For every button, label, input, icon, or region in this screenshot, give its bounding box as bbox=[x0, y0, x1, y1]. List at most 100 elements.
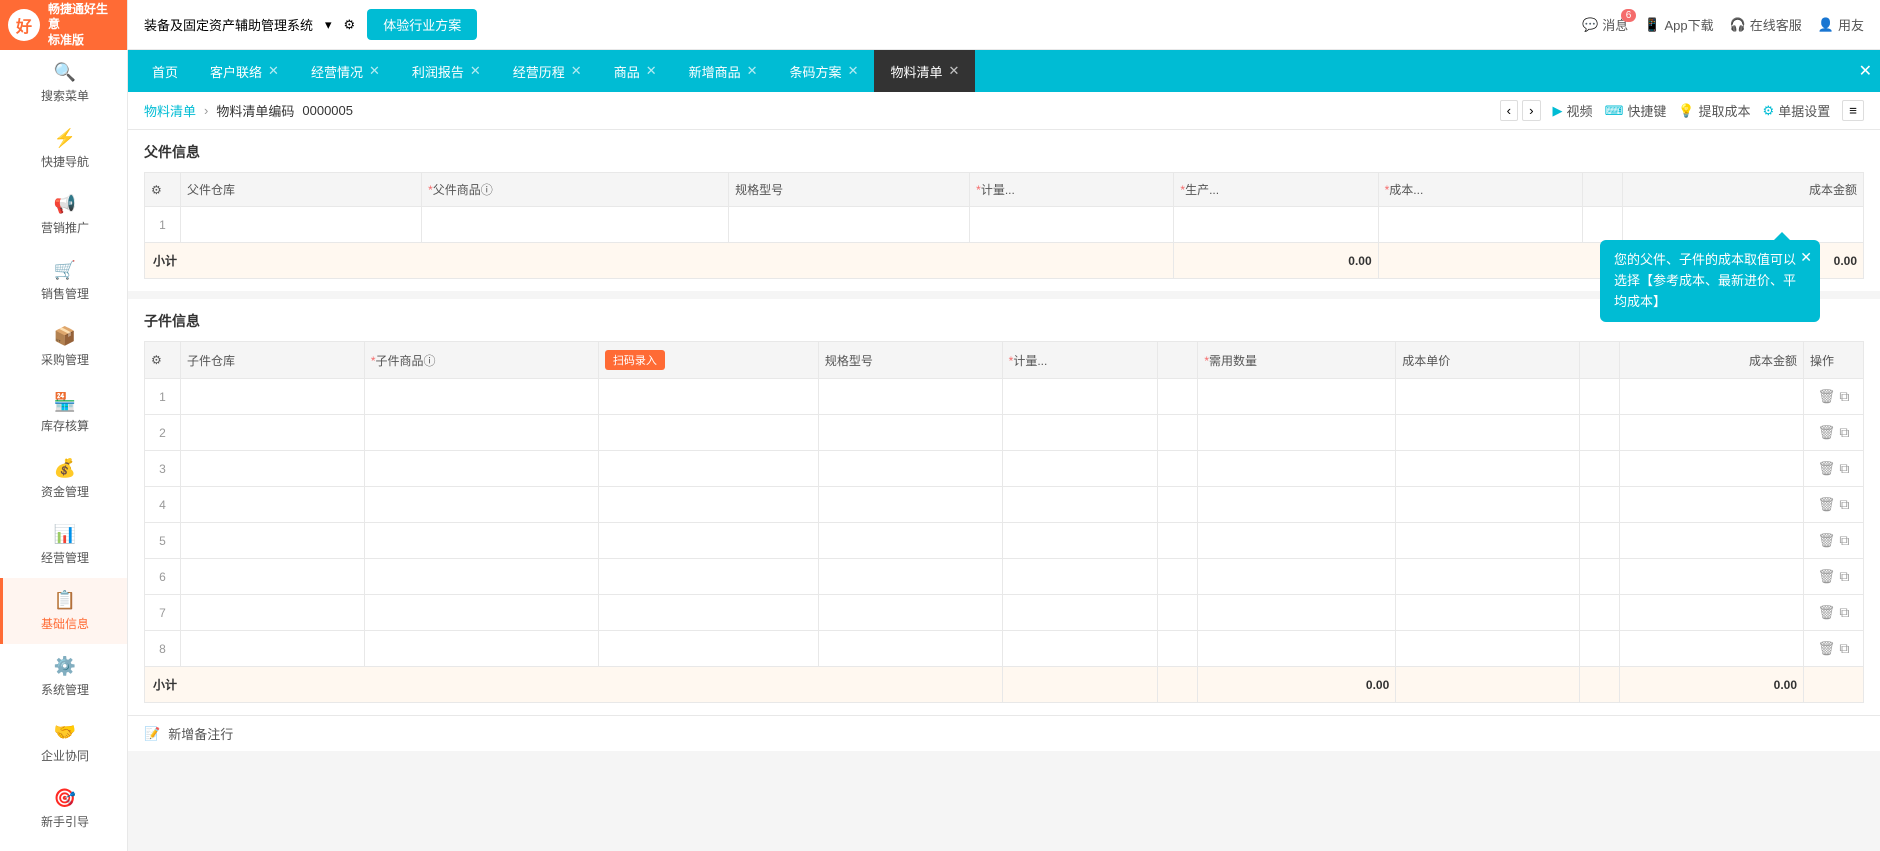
copy-icon[interactable]: ⧉ bbox=[1839, 496, 1849, 513]
tab-profit[interactable]: 利润报告 ✕ bbox=[396, 50, 497, 92]
add-note-label[interactable]: 新增备注行 bbox=[168, 724, 233, 743]
breadcrumb-link[interactable]: 物料清单 bbox=[144, 101, 196, 120]
app-download-item[interactable]: 📱 App下载 bbox=[1644, 15, 1713, 34]
basic-info-icon: 📋 bbox=[54, 590, 76, 611]
sidebar-item-quick-nav[interactable]: ⚡ 快捷导航 bbox=[0, 116, 127, 182]
delete-icon[interactable]: 🗑 bbox=[1818, 568, 1836, 585]
single-settings-action[interactable]: ⚙ 单据设置 bbox=[1763, 101, 1831, 120]
tab-bom[interactable]: 物料清单 ✕ bbox=[874, 50, 975, 92]
tab-bom-close[interactable]: ✕ bbox=[948, 63, 959, 79]
sidebar-item-guide[interactable]: 🎯 新手引导 bbox=[0, 776, 127, 842]
view-label: 视频 bbox=[1567, 101, 1593, 120]
tab-customer-close[interactable]: ✕ bbox=[268, 63, 279, 79]
next-button[interactable]: › bbox=[1522, 100, 1540, 121]
delete-icon[interactable]: 🗑 bbox=[1818, 604, 1836, 621]
copy-icon[interactable]: ⧉ bbox=[1839, 460, 1849, 477]
sidebar-item-finance[interactable]: 💰 资金管理 bbox=[0, 446, 127, 512]
child-col-scan[interactable]: 扫码录入 bbox=[598, 342, 818, 379]
settings-icon[interactable]: ⚙ bbox=[344, 17, 356, 33]
tab-customer[interactable]: 客户联络 ✕ bbox=[194, 50, 295, 92]
child-col-quantity: *需用数量 bbox=[1198, 342, 1396, 379]
user-item[interactable]: 👤 用友 bbox=[1818, 15, 1864, 34]
parent-cell-warehouse[interactable] bbox=[181, 207, 422, 243]
tab-barcode-close[interactable]: ✕ bbox=[848, 63, 859, 79]
sidebar-item-sales[interactable]: 🛒 销售管理 bbox=[0, 248, 127, 314]
child-row-3-num: 3 bbox=[145, 451, 181, 487]
scan-button[interactable]: 扫码录入 bbox=[605, 350, 665, 370]
sidebar-item-basic-info[interactable]: 📋 基础信息 bbox=[0, 578, 127, 644]
sidebar-item-operations[interactable]: 📊 经营管理 bbox=[0, 512, 127, 578]
parent-cell-cost[interactable] bbox=[1378, 207, 1582, 243]
child-row-1-unit-cost[interactable] bbox=[1396, 379, 1580, 415]
parent-col-spec: 规格型号 bbox=[729, 173, 970, 207]
online-service-item[interactable]: 🎧 在线客服 bbox=[1730, 15, 1802, 34]
parent-section-title: 父件信息 bbox=[144, 142, 1864, 162]
tab-goods[interactable]: 商品 ✕ bbox=[598, 50, 673, 92]
tooltip-close[interactable]: ✕ bbox=[1800, 246, 1812, 268]
parent-cell-production[interactable] bbox=[1174, 207, 1378, 243]
sidebar-item-marketing[interactable]: 📢 营销推广 bbox=[0, 182, 127, 248]
search-icon: 🔍 bbox=[54, 62, 76, 83]
delete-icon[interactable]: 🗑 bbox=[1818, 424, 1836, 441]
tab-profit-close[interactable]: ✕ bbox=[470, 63, 481, 79]
tab-barcode[interactable]: 条码方案 ✕ bbox=[774, 50, 875, 92]
parent-col-settings[interactable]: ⚙ bbox=[145, 173, 181, 207]
sidebar-item-system[interactable]: ⚙️ 系统管理 bbox=[0, 644, 127, 710]
tooltip-text: 您的父件、子件的成本取值可以选择【参考成本、最新进价、平均成本】 bbox=[1614, 252, 1796, 309]
child-row-8-num: 8 bbox=[145, 631, 181, 667]
extract-cost-action[interactable]: 💡 提取成本 bbox=[1678, 101, 1750, 120]
sidebar-item-label: 新手引导 bbox=[41, 813, 89, 830]
child-row-1-goods[interactable] bbox=[364, 379, 598, 415]
tab-goods-close[interactable]: ✕ bbox=[646, 63, 657, 79]
message-icon: 💬 bbox=[1582, 17, 1598, 33]
delete-icon[interactable]: 🗑 bbox=[1818, 640, 1836, 657]
user-label: 用友 bbox=[1838, 15, 1864, 34]
trial-button[interactable]: 体验行业方案 bbox=[367, 9, 477, 40]
parent-col-warehouse: 父件仓库 bbox=[181, 173, 422, 207]
copy-icon[interactable]: ⧉ bbox=[1839, 568, 1849, 585]
sidebar-item-search[interactable]: 🔍 搜索菜单 bbox=[0, 50, 127, 116]
shortcut-action[interactable]: ⌨ 快捷键 bbox=[1605, 101, 1667, 120]
child-row-1-warehouse[interactable] bbox=[181, 379, 365, 415]
prev-button[interactable]: ‹ bbox=[1500, 100, 1518, 121]
child-row-1-spec[interactable] bbox=[818, 379, 1002, 415]
child-row-5-num: 5 bbox=[145, 523, 181, 559]
tab-operation-status[interactable]: 经营情况 ✕ bbox=[295, 50, 396, 92]
delete-icon[interactable]: 🗑 bbox=[1818, 532, 1836, 549]
child-row-1-unit[interactable] bbox=[1002, 379, 1158, 415]
tab-history[interactable]: 经营历程 ✕ bbox=[497, 50, 598, 92]
child-col-settings[interactable]: ⚙ bbox=[145, 342, 181, 379]
tab-add-goods[interactable]: 新增商品 ✕ bbox=[673, 50, 774, 92]
copy-icon[interactable]: ⧉ bbox=[1839, 424, 1849, 441]
child-col-goods: *子件商品ⓘ bbox=[364, 342, 598, 379]
list-view-button[interactable]: ≡ bbox=[1842, 100, 1864, 121]
copy-icon[interactable]: ⧉ bbox=[1839, 640, 1849, 657]
sidebar-item-inventory[interactable]: 🏪 库存核算 bbox=[0, 380, 127, 446]
tab-home[interactable]: 首页 bbox=[136, 50, 194, 92]
tab-add-goods-close[interactable]: ✕ bbox=[747, 63, 758, 79]
tab-op-close[interactable]: ✕ bbox=[369, 63, 380, 79]
child-row-4-num: 4 bbox=[145, 487, 181, 523]
parent-cell-spec[interactable] bbox=[729, 207, 970, 243]
parent-cell-goods[interactable] bbox=[422, 207, 729, 243]
sidebar-item-label: 系统管理 bbox=[41, 681, 89, 698]
child-row-1-quantity[interactable] bbox=[1198, 379, 1396, 415]
delete-icon[interactable]: 🗑 bbox=[1818, 496, 1836, 513]
inventory-icon: 🏪 bbox=[54, 392, 76, 413]
delete-icon[interactable]: 🗑 bbox=[1818, 460, 1836, 477]
tab-history-close[interactable]: ✕ bbox=[571, 63, 582, 79]
sidebar-item-label: 采购管理 bbox=[41, 351, 89, 368]
child-row-6-actions: 🗑⧉ bbox=[1804, 559, 1864, 595]
view-action[interactable]: ▶ 视频 bbox=[1553, 101, 1593, 120]
parent-cell-unit[interactable] bbox=[970, 207, 1174, 243]
extract-icon: 💡 bbox=[1678, 103, 1694, 119]
copy-icon[interactable]: ⧉ bbox=[1839, 388, 1849, 405]
message-item[interactable]: 💬 消息 6 bbox=[1582, 15, 1628, 34]
copy-icon[interactable]: ⧉ bbox=[1839, 604, 1849, 621]
delete-icon[interactable]: 🗑 bbox=[1818, 388, 1836, 405]
sidebar-item-enterprise[interactable]: 🤝 企业协同 bbox=[0, 710, 127, 776]
copy-icon[interactable]: ⧉ bbox=[1839, 532, 1849, 549]
sidebar-item-purchase[interactable]: 📦 采购管理 bbox=[0, 314, 127, 380]
close-all-tabs[interactable]: ✕ bbox=[1859, 61, 1872, 81]
add-note-icon: 📝 bbox=[144, 726, 160, 742]
